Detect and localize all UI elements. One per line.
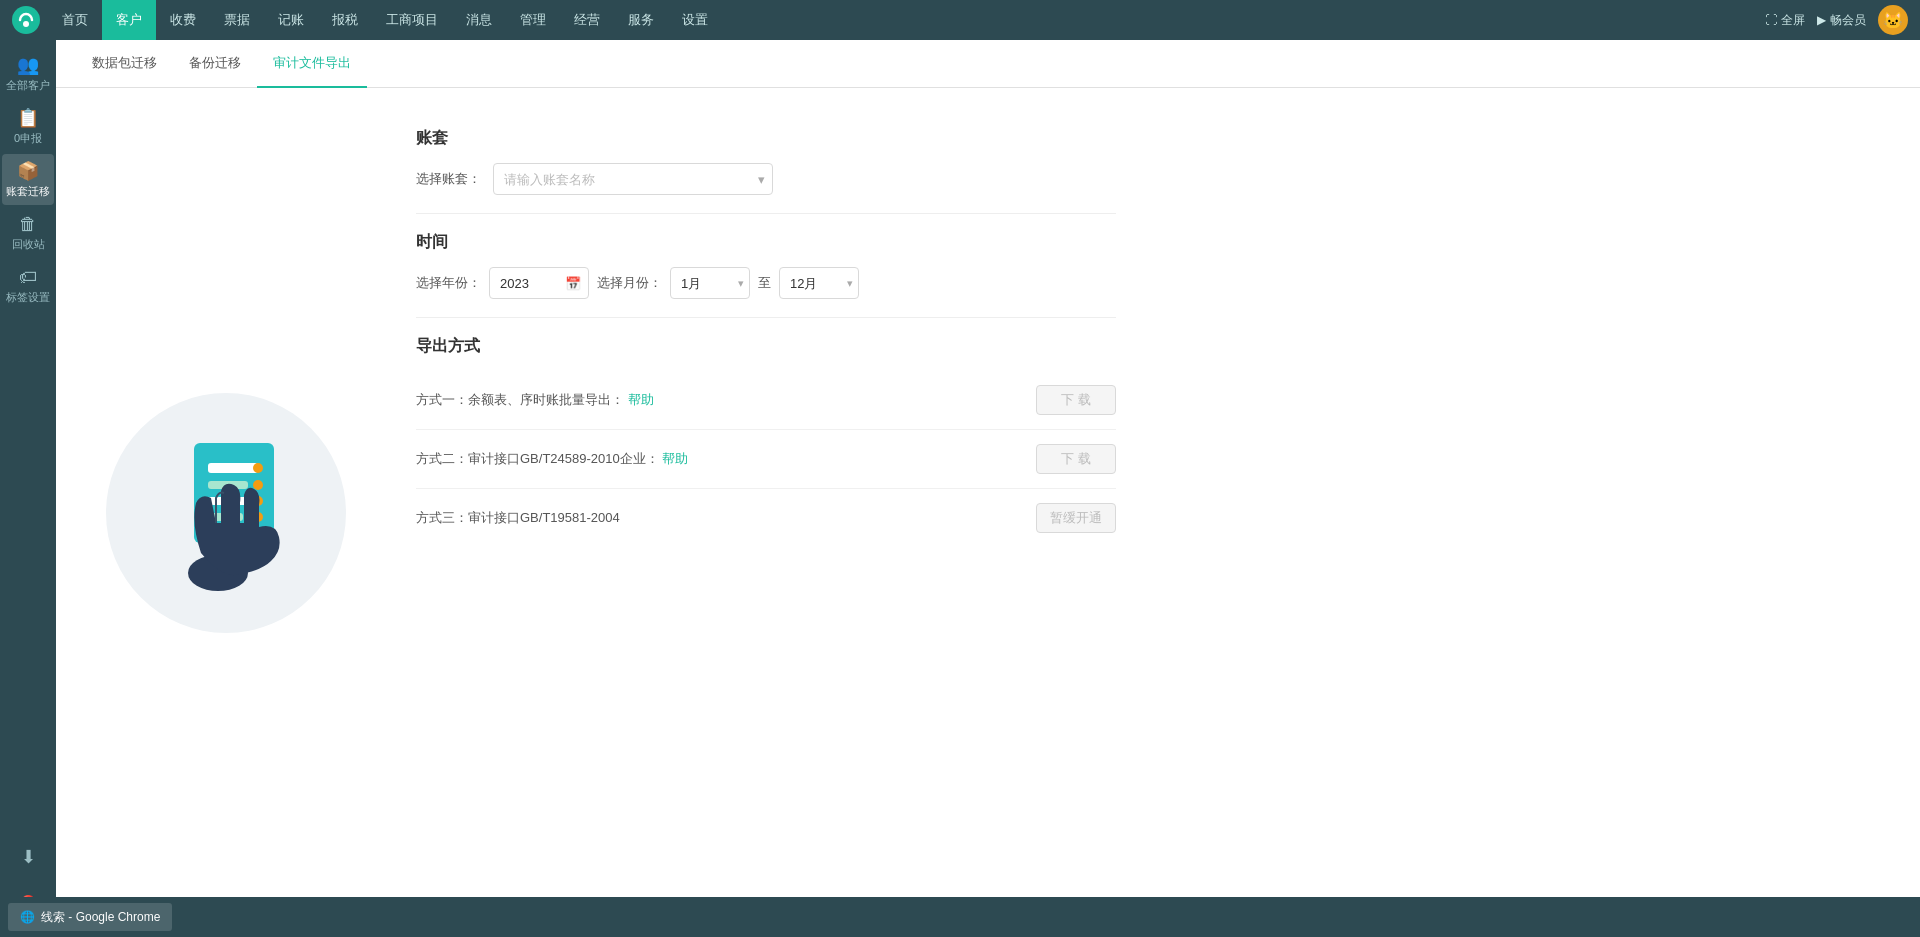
export-method-1: 方式一：余额表、序时账批量导出： 帮助 下 载 [416, 371, 1116, 430]
sidebar-label-zero-declare: 0申报 [14, 131, 42, 146]
sidebar-item-tag-settings[interactable]: 🏷 标签设置 [2, 260, 54, 311]
sidebar-label-recycle: 回收站 [12, 237, 45, 252]
hand-doc-illustration [146, 423, 306, 603]
nav-clients[interactable]: 客户 [102, 0, 156, 40]
time-separator: 至 [758, 274, 771, 292]
sidebar-label-tag-settings: 标签设置 [6, 290, 50, 305]
month-start-select[interactable]: 1月2月3月4月 5月6月7月8月 9月10月11月12月 [670, 267, 750, 299]
nav-fees[interactable]: 收费 [156, 0, 210, 40]
nav-manage[interactable]: 管理 [506, 0, 560, 40]
main-layout: 👥 全部客户 📋 0申报 📦 账套迁移 🗑 回收站 🏷 标签设置 ⬇ ❓ 数据包… [0, 40, 1920, 937]
month-start-wrapper[interactable]: 1月2月3月4月 5月6月7月8月 9月10月11月12月 ▾ [670, 267, 750, 299]
nav-home[interactable]: 首页 [48, 0, 102, 40]
fullscreen-icon: ⛶ [1765, 13, 1777, 27]
svg-point-7 [253, 463, 263, 473]
taskbar-chrome-item[interactable]: 🌐 线索 - Google Chrome [8, 903, 172, 931]
method-2-text: 方式二：审计接口GB/T24589-2010企业： 帮助 [416, 450, 688, 468]
sidebar-label-all-clients: 全部客户 [6, 78, 50, 93]
illustration-circle [106, 393, 346, 633]
method-2-help-link[interactable]: 帮助 [662, 451, 688, 466]
year-label: 选择年份： [416, 274, 481, 292]
fullscreen-button[interactable]: ⛶ 全屏 [1765, 12, 1805, 29]
month-end-wrapper[interactable]: 1月2月3月4月 5月6月7月8月 9月10月11月 12月 ▾ [779, 267, 859, 299]
sidebar-download-btn[interactable]: ⬇ [8, 837, 48, 877]
logo[interactable] [8, 2, 44, 38]
sidebar-item-all-clients[interactable]: 👥 全部客户 [2, 48, 54, 99]
method-3-label: 方式三：审计接口GB/T19581-2004 [416, 510, 620, 525]
zero-declare-icon: 📋 [17, 109, 39, 127]
export-method-3: 方式三：审计接口GB/T19581-2004 暂缓开通 [416, 489, 1116, 547]
sidebar-label-account-migrate: 账套迁移 [6, 184, 50, 199]
nav-invoices[interactable]: 票据 [210, 0, 264, 40]
method-1-help-link[interactable]: 帮助 [628, 392, 654, 407]
sidebar-item-account-migrate[interactable]: 📦 账套迁移 [2, 154, 54, 205]
export-method-2: 方式二：审计接口GB/T24589-2010企业： 帮助 下 载 [416, 430, 1116, 489]
taskbar: 🌐 线索 - Google Chrome [0, 897, 1920, 937]
divider-2 [416, 317, 1116, 318]
method-1-label: 方式一：余额表、序时账批量导出： [416, 392, 624, 407]
top-nav-right: ⛶ 全屏 ▶ 畅会员 🐱 [1765, 5, 1908, 35]
year-input[interactable] [489, 267, 589, 299]
user-avatar[interactable]: 🐱 [1878, 5, 1908, 35]
nav-accounting[interactable]: 记账 [264, 0, 318, 40]
svg-rect-3 [208, 463, 258, 473]
sidebar-item-zero-declare[interactable]: 📋 0申报 [2, 101, 54, 152]
export-section-title: 导出方式 [416, 336, 1116, 357]
svg-point-1 [23, 21, 29, 27]
tab-data-package[interactable]: 数据包迁移 [76, 40, 173, 88]
month-end-select[interactable]: 1月2月3月4月 5月6月7月8月 9月10月11月 12月 [779, 267, 859, 299]
nav-service[interactable]: 服务 [614, 0, 668, 40]
top-navigation: 首页 客户 收费 票据 记账 报税 工商项目 消息 管理 经营 服务 设置 ⛶ … [0, 0, 1920, 40]
nav-tax[interactable]: 报税 [318, 0, 372, 40]
time-section-title: 时间 [416, 232, 1116, 253]
account-select-label: 选择账套： [416, 170, 481, 188]
tab-audit-export[interactable]: 审计文件导出 [257, 40, 367, 88]
method-2-download-btn[interactable]: 下 载 [1036, 444, 1116, 474]
taskbar-label: 线索 - Google Chrome [41, 909, 160, 926]
sub-tabs: 数据包迁移 备份迁移 审计文件导出 [56, 40, 1920, 88]
month-start-label: 选择月份： [597, 274, 662, 292]
tab-backup-migrate[interactable]: 备份迁移 [173, 40, 257, 88]
account-migrate-icon: 📦 [17, 162, 39, 180]
method-1-text: 方式一：余额表、序时账批量导出： 帮助 [416, 391, 654, 409]
svg-point-0 [12, 6, 40, 34]
nav-bizproject[interactable]: 工商项目 [372, 0, 452, 40]
illustration-area [96, 118, 356, 907]
account-select-input[interactable] [493, 163, 773, 195]
svg-point-8 [253, 480, 263, 490]
recycle-icon: 🗑 [19, 215, 37, 233]
tag-settings-icon: 🏷 [19, 268, 37, 286]
divider-1 [416, 213, 1116, 214]
sidebar: 👥 全部客户 📋 0申报 📦 账套迁移 🗑 回收站 🏷 标签设置 ⬇ ❓ [0, 40, 56, 937]
video-icon: ▶ [1817, 13, 1826, 27]
sidebar-item-recycle[interactable]: 🗑 回收站 [2, 207, 54, 258]
method-3-open-btn[interactable]: 暂缓开通 [1036, 503, 1116, 533]
method-2-label: 方式二：审计接口GB/T24589-2010企业： [416, 451, 659, 466]
time-row: 选择年份： 📅 选择月份： 1月2月3月4月 5月6月7月8月 9月10月11月… [416, 267, 1116, 299]
nav-items: 首页 客户 收费 票据 记账 报税 工商项目 消息 管理 经营 服务 设置 [48, 0, 1765, 40]
nav-message[interactable]: 消息 [452, 0, 506, 40]
account-section-title: 账套 [416, 128, 1116, 149]
account-select-wrapper[interactable]: ▾ [493, 163, 773, 195]
page-content: 账套 选择账套： ▾ 时间 选择年份： 📅 [56, 88, 1920, 937]
form-area: 账套 选择账套： ▾ 时间 选择年份： 📅 [416, 118, 1116, 907]
member-label: 畅会员 [1830, 12, 1866, 29]
all-clients-icon: 👥 [17, 56, 39, 74]
year-input-wrapper[interactable]: 📅 [489, 267, 589, 299]
nav-settings[interactable]: 设置 [668, 0, 722, 40]
method-1-download-btn[interactable]: 下 载 [1036, 385, 1116, 415]
chrome-icon: 🌐 [20, 910, 35, 924]
member-button[interactable]: ▶ 畅会员 [1817, 12, 1866, 29]
nav-operation[interactable]: 经营 [560, 0, 614, 40]
fullscreen-label: 全屏 [1781, 12, 1805, 29]
method-3-text: 方式三：审计接口GB/T19581-2004 [416, 509, 620, 527]
content-area: 数据包迁移 备份迁移 审计文件导出 [56, 40, 1920, 937]
account-select-row: 选择账套： ▾ [416, 163, 1116, 195]
